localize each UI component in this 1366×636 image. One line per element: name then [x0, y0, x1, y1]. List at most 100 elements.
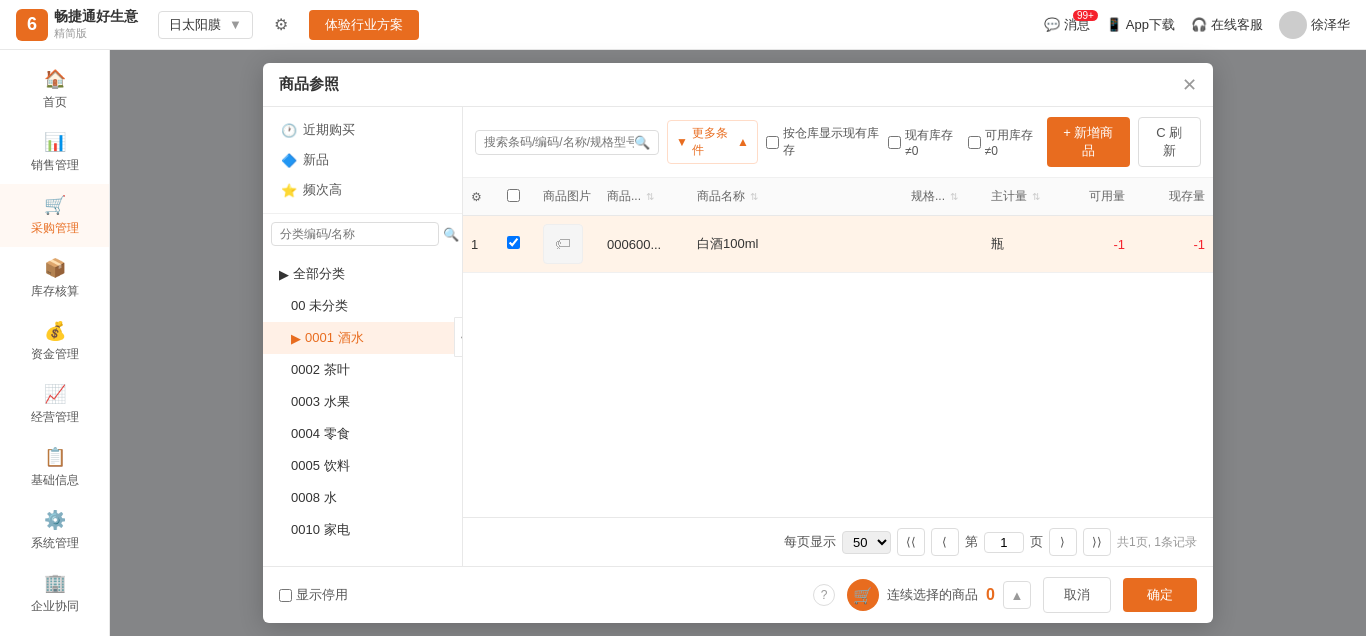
cart-collapse-btn[interactable]: ▲	[1003, 581, 1031, 609]
sidebar-label-basic-info: 基础信息	[31, 472, 79, 489]
sidebar-item-inventory[interactable]: 📦 库存核算	[0, 247, 109, 310]
gear-icon: ⚙	[274, 15, 288, 34]
store-selector[interactable]: 日太阳膜 ▼	[158, 11, 253, 39]
content-area: 商品参照 ✕ 🕐 近期购买 🔷	[110, 50, 1366, 636]
category-snack[interactable]: 0004 零食	[263, 418, 462, 450]
td-product-spec	[903, 216, 983, 273]
sort-name-icon[interactable]: ⇅	[750, 191, 758, 202]
modal-close-button[interactable]: ✕	[1182, 76, 1197, 94]
expand-icon: ▶	[279, 267, 289, 282]
user-area[interactable]: 徐泽华	[1279, 11, 1350, 39]
filter-icon: ▼	[676, 135, 688, 149]
sidebar-label-operations: 经营管理	[31, 409, 79, 426]
tab-new-product[interactable]: 🔷 新品	[271, 145, 454, 175]
cancel-button[interactable]: 取消	[1043, 577, 1111, 613]
sidebar-item-basic-info[interactable]: 📋 基础信息	[0, 436, 109, 499]
th-stock: 现存量	[1133, 178, 1213, 216]
category-0008-label: 0008 水	[291, 489, 337, 507]
star-icon: ⭐	[281, 183, 297, 198]
tab-high-freq[interactable]: ⭐ 频次高	[271, 175, 454, 205]
modal-right-panel: 🔍 ▼ 更多条件 ▲ 按仓库显示现有库存	[463, 107, 1213, 566]
checkbox-warehouse-input[interactable]	[766, 136, 779, 149]
experience-button[interactable]: 体验行业方案	[309, 10, 419, 40]
checkbox-available-nonzero[interactable]: 可用库存≠0	[968, 127, 1040, 158]
settings-icon-btn[interactable]: ⚙	[263, 7, 299, 43]
category-all[interactable]: ▶ 全部分类	[263, 258, 462, 290]
sidebar-item-home[interactable]: 🏠 首页	[0, 58, 109, 121]
td-product-stock: -1	[1133, 216, 1213, 273]
checkbox-warehouse-label: 按仓库显示现有库存	[783, 125, 880, 159]
sidebar-item-guide[interactable]: 🎓 新手引导	[0, 625, 109, 636]
category-water[interactable]: 0008 水	[263, 482, 462, 514]
category-list: ▶ 全部分类 00 未分类 ▶ 0001 酒水 0002 茶	[263, 254, 462, 566]
category-tea[interactable]: 0002 茶叶	[263, 354, 462, 386]
modal-search-actions: + 新增商品 C 刷新	[1047, 117, 1201, 167]
td-product-img: 🏷	[535, 216, 599, 273]
left-panel-collapse-btn[interactable]: «	[454, 317, 463, 357]
left-tabs-area: 🕐 近期购买 🔷 新品 ⭐ 频次高	[263, 107, 462, 214]
store-dropdown-arrow: ▼	[229, 17, 242, 32]
confirm-button[interactable]: 确定	[1123, 578, 1197, 612]
app-download-btn[interactable]: 📱 App下载	[1106, 16, 1175, 34]
category-search-icon[interactable]: 🔍	[443, 227, 459, 242]
last-page-btn[interactable]: ⟩⟩	[1083, 528, 1111, 556]
add-product-button[interactable]: + 新增商品	[1047, 117, 1129, 167]
checkbox-warehouse[interactable]: 按仓库显示现有库存	[766, 125, 880, 159]
sidebar-item-purchase[interactable]: 🛒 采购管理	[0, 184, 109, 247]
row-checkbox[interactable]	[507, 236, 520, 249]
category-unclassified[interactable]: 00 未分类	[263, 290, 462, 322]
td-row-num: 1	[463, 216, 499, 273]
category-beverage[interactable]: 0005 饮料	[263, 450, 462, 482]
footer-right-area: ? 🛒 连续选择的商品 0 ▲ 取消 确定	[813, 577, 1197, 613]
sidebar-item-operations[interactable]: 📈 经营管理	[0, 373, 109, 436]
finance-icon: 💰	[44, 320, 66, 342]
sidebar-label-system: 系统管理	[31, 535, 79, 552]
category-fruit[interactable]: 0003 水果	[263, 386, 462, 418]
tab-recent-purchase[interactable]: 🕐 近期购买	[271, 115, 454, 145]
operations-icon: 📈	[44, 383, 66, 405]
sidebar-item-finance[interactable]: 💰 资金管理	[0, 310, 109, 373]
new-icon: 🔷	[281, 153, 297, 168]
checkbox-available-nonzero-input[interactable]	[968, 136, 981, 149]
category-0005-label: 0005 饮料	[291, 457, 350, 475]
avatar	[1279, 11, 1307, 39]
show-disabled-checkbox[interactable]: 显示停用	[279, 586, 348, 604]
sidebar-item-sales[interactable]: 📊 销售管理	[0, 121, 109, 184]
category-00-label: 00 未分类	[291, 297, 348, 315]
help-icon[interactable]: ?	[813, 584, 835, 606]
filter-button[interactable]: ▼ 更多条件 ▲	[667, 120, 758, 164]
td-product-name: 白酒100ml	[689, 216, 903, 273]
system-icon: ⚙️	[44, 509, 66, 531]
nav-right-area: 💬 消息 99+ 📱 App下载 🎧 在线客服 徐泽华	[1044, 11, 1350, 39]
category-wine[interactable]: ▶ 0001 酒水	[263, 322, 462, 354]
sales-icon: 📊	[44, 131, 66, 153]
sort-spec-icon[interactable]: ⇅	[950, 191, 958, 202]
next-page-btn[interactable]: ⟩	[1049, 528, 1077, 556]
checkbox-nonzero-stock-input[interactable]	[888, 136, 901, 149]
page-number-input[interactable]	[984, 532, 1024, 553]
online-service-label: 在线客服	[1211, 16, 1263, 34]
product-search-input[interactable]	[484, 135, 634, 149]
sidebar-item-system[interactable]: ⚙️ 系统管理	[0, 499, 109, 562]
checkbox-nonzero-stock[interactable]: 现有库存≠0	[888, 127, 960, 158]
online-service-btn[interactable]: 🎧 在线客服	[1191, 16, 1263, 34]
refresh-button[interactable]: C 刷新	[1138, 117, 1201, 167]
logo-text: 畅捷通好生意 精简版	[54, 8, 138, 41]
sidebar-item-enterprise[interactable]: 🏢 企业协同	[0, 562, 109, 625]
brand-name: 畅捷通好生意	[54, 8, 138, 26]
modal-body: 🕐 近期购买 🔷 新品 ⭐ 频次高	[263, 107, 1213, 566]
table-row[interactable]: 1 🏷	[463, 216, 1213, 273]
phone-icon: 📱	[1106, 17, 1122, 32]
page-size-select[interactable]: 50	[842, 531, 891, 554]
messages-btn[interactable]: 💬 消息 99+	[1044, 16, 1090, 34]
prev-page-btn[interactable]: ⟨	[931, 528, 959, 556]
sort-unit-icon[interactable]: ⇅	[1032, 191, 1040, 202]
first-page-btn[interactable]: ⟨⟨	[897, 528, 925, 556]
select-all-checkbox[interactable]	[507, 189, 520, 202]
product-table: ⚙ 商品图片	[463, 178, 1213, 517]
sort-code-icon[interactable]: ⇅	[646, 191, 654, 202]
show-disabled-input[interactable]	[279, 589, 292, 602]
sidebar-label-purchase: 采购管理	[31, 220, 79, 237]
category-search-input[interactable]	[271, 222, 439, 246]
category-appliance[interactable]: 0010 家电	[263, 514, 462, 546]
